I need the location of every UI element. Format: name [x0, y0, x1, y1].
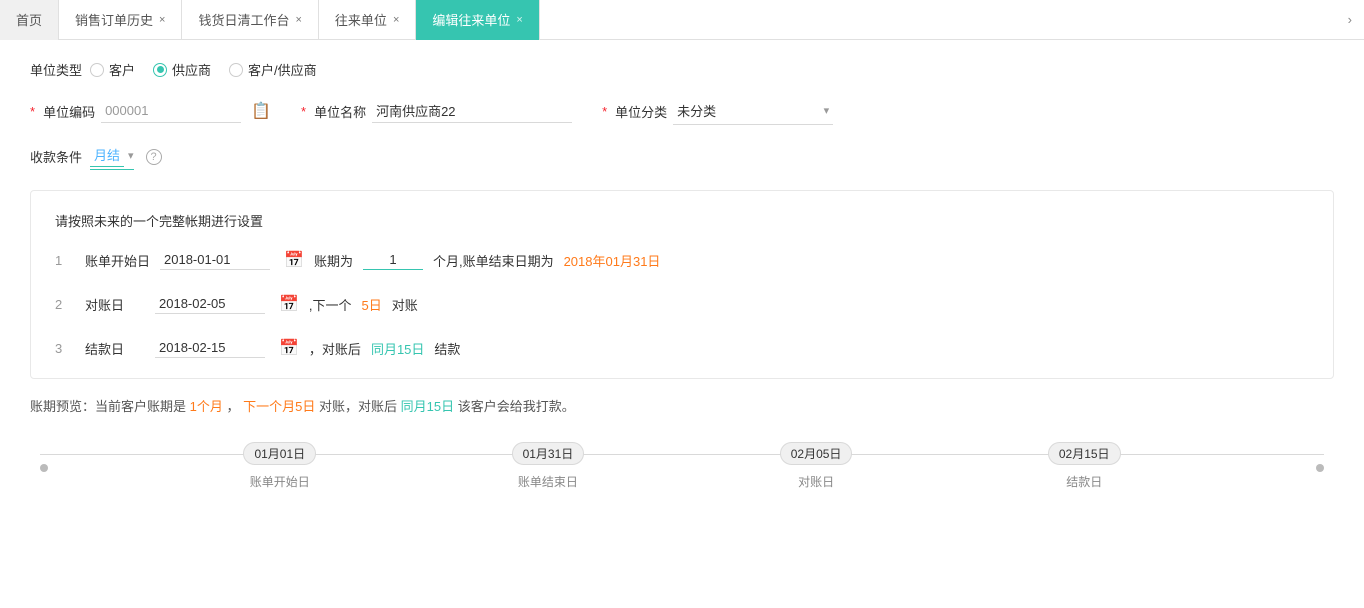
code-name-category-row: * 单位编码 📋 * 单位名称 * 单位分类 未分类 ▾ — [30, 97, 1334, 125]
code-label: 单位编码 — [43, 102, 95, 121]
preview-prefix: 账期预览：当前客户账期是 — [30, 399, 186, 414]
timeline-point-1: 01月31日 账单结束日 — [512, 442, 585, 490]
timeline-badge-1: 01月31日 — [512, 442, 585, 465]
category-label: 单位分类 — [615, 102, 667, 121]
category-required: * — [602, 104, 607, 119]
period-title: 请按照未来的一个完整帐期进行设置 — [55, 211, 1309, 230]
condition-row: 收款条件 月结 ▾ ? — [30, 143, 1334, 170]
period-row-2-label: 对账日 — [85, 295, 145, 314]
period-row-1-num-input[interactable] — [363, 250, 423, 270]
name-required: * — [301, 104, 306, 119]
period-row-1-suffix-before: 账期为 — [314, 251, 353, 270]
timeline-points: 01月01日 账单开始日 01月31日 账单结束日 02月05日 对账日 02月… — [40, 442, 1324, 490]
condition-dropdown-arrow[interactable]: ▾ — [128, 149, 134, 162]
name-input[interactable] — [372, 99, 572, 123]
period-row-3-cal[interactable]: 📅 — [279, 338, 299, 358]
preview-part2: 下一个月5日 — [243, 399, 315, 414]
period-row-1-cal[interactable]: 📅 — [284, 250, 304, 270]
timeline-start-dot — [40, 464, 48, 472]
period-row-1-highlight-date: 2018年01月31日 — [564, 251, 661, 270]
radio-both[interactable]: 客户/供应商 — [229, 60, 317, 79]
timeline-point-2: 02月05日 对账日 — [780, 442, 853, 490]
radio-supplier[interactable]: 供应商 — [153, 60, 211, 79]
preview-text: 账期预览：当前客户账期是 1个月 ， 下一个月5日 对账，对账后 同月15日 该… — [30, 395, 1334, 418]
tab-edit-unit-close[interactable]: × — [516, 14, 522, 26]
preview-part3: 同月15日 — [401, 399, 454, 414]
radio-customer-label: 客户 — [109, 60, 135, 79]
radio-both-circle — [229, 63, 243, 77]
timeline-badge-0: 01月01日 — [243, 442, 316, 465]
timeline-container: 01月01日 账单开始日 01月31日 账单结束日 02月05日 对账日 02月… — [30, 442, 1334, 490]
condition-value[interactable]: 月结 — [90, 143, 124, 167]
preview-sep2: 对账，对账后 — [319, 399, 397, 414]
code-calendar-icon[interactable]: 📋 — [251, 101, 271, 121]
period-row-3-text2: 结款 — [434, 339, 460, 358]
period-row-3-label: 结款日 — [85, 339, 145, 358]
tab-partner-unit-label: 往来单位 — [335, 10, 387, 29]
period-row-2-text1: ,下一个 — [309, 295, 352, 314]
preview-sep1: ， — [227, 399, 240, 414]
period-row-2-num: 2 — [55, 297, 75, 312]
period-row-2-text2: 对账 — [392, 295, 418, 314]
period-box: 请按照未来的一个完整帐期进行设置 1 账单开始日 📅 账期为 个月,账单结束日期… — [30, 190, 1334, 379]
timeline-badge-3: 02月15日 — [1048, 442, 1121, 465]
timeline-label-1: 账单结束日 — [518, 473, 578, 490]
timeline-badge-2: 02月05日 — [780, 442, 853, 465]
tab-cash-work-close[interactable]: × — [295, 14, 301, 26]
radio-customer-circle — [90, 63, 104, 77]
tab-more-button[interactable]: › — [1336, 0, 1364, 40]
tab-cash-work[interactable]: 钱货日清工作台 × — [182, 0, 318, 40]
main-content: 单位类型 客户 供应商 客户/供应商 * 单位编码 📋 * 单位名称 — [0, 40, 1364, 608]
condition-help-icon[interactable]: ? — [146, 149, 162, 165]
tab-sales-history[interactable]: 销售订单历史 × — [59, 0, 182, 40]
period-row-3: 3 结款日 📅 ，对账后 同月15日 结款 — [55, 338, 1309, 358]
preview-suffix: 该客户会给我打款。 — [458, 399, 575, 414]
code-required: * — [30, 104, 35, 119]
period-row-3-date[interactable] — [155, 338, 265, 358]
radio-both-label: 客户/供应商 — [248, 60, 317, 79]
period-row-2-highlight-day: 5日 — [362, 295, 382, 314]
tab-bar: 首页 销售订单历史 × 钱货日清工作台 × 往来单位 × 编辑往来单位 × › — [0, 0, 1364, 40]
period-row-1: 1 账单开始日 📅 账期为 个月,账单结束日期为 2018年01月31日 — [55, 250, 1309, 270]
period-row-2-date[interactable] — [155, 294, 265, 314]
unit-type-label: 单位类型 — [30, 60, 82, 79]
radio-supplier-label: 供应商 — [172, 60, 211, 79]
period-row-3-text1: ，对账后 — [309, 339, 361, 358]
category-value: 未分类 — [677, 101, 716, 120]
radio-customer[interactable]: 客户 — [90, 60, 135, 79]
timeline-label-3: 结款日 — [1066, 473, 1102, 490]
preview-part1: 1个月 — [190, 399, 223, 414]
period-row-3-highlight-day: 同月15日 — [371, 339, 424, 358]
tab-partner-unit-close[interactable]: × — [393, 14, 399, 26]
period-row-1-label: 账单开始日 — [85, 251, 150, 270]
code-input[interactable] — [101, 99, 241, 123]
unit-type-radio-group: 客户 供应商 客户/供应商 — [90, 60, 317, 79]
period-row-1-num: 1 — [55, 253, 75, 268]
timeline-end-dot — [1316, 464, 1324, 472]
period-row-2-cal[interactable]: 📅 — [279, 294, 299, 314]
category-dropdown-arrow: ▾ — [824, 104, 830, 117]
category-dropdown[interactable]: 未分类 ▾ — [673, 97, 833, 125]
name-label: 单位名称 — [314, 102, 366, 121]
tab-edit-unit-label: 编辑往来单位 — [432, 10, 510, 29]
tab-sales-history-label: 销售订单历史 — [75, 10, 153, 29]
timeline-point-0: 01月01日 账单开始日 — [243, 442, 316, 490]
tab-partner-unit[interactable]: 往来单位 × — [319, 0, 416, 40]
tab-home[interactable]: 首页 — [0, 0, 59, 40]
tab-sales-history-close[interactable]: × — [159, 14, 165, 26]
radio-supplier-circle — [153, 63, 167, 77]
period-row-1-suffix-after-label: 个月,账单结束日期为 — [433, 251, 554, 270]
period-row-3-num: 3 — [55, 341, 75, 356]
unit-type-row: 单位类型 客户 供应商 客户/供应商 — [30, 60, 1334, 79]
period-row-2: 2 对账日 📅 ,下一个 5日 对账 — [55, 294, 1309, 314]
tab-cash-work-label: 钱货日清工作台 — [198, 10, 289, 29]
tab-home-label: 首页 — [16, 10, 42, 29]
timeline-point-3: 02月15日 结款日 — [1048, 442, 1121, 490]
timeline-label-0: 账单开始日 — [250, 473, 310, 490]
timeline-label-2: 对账日 — [798, 473, 834, 490]
tab-edit-unit[interactable]: 编辑往来单位 × — [416, 0, 539, 40]
period-row-1-date[interactable] — [160, 250, 270, 270]
condition-label: 收款条件 — [30, 147, 82, 166]
